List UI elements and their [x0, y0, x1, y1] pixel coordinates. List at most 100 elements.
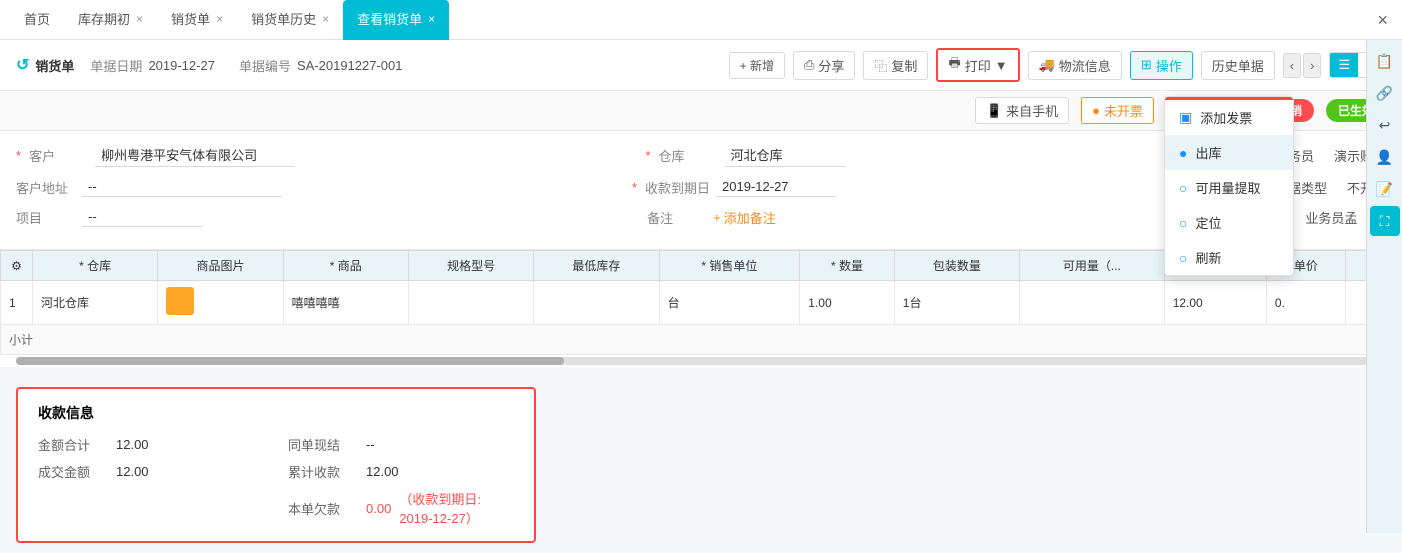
tab-sales-order[interactable]: 销货单 ×	[157, 0, 237, 40]
tab-bar: 首页 库存期初 × 销货单 × 销货单历史 × 查看销货单 × ×	[0, 0, 1402, 40]
print-icon: 🖶	[948, 54, 960, 76]
doc-actions-area: + 新增 ⎙ 分享 ⿻ 复制 🖶 打印 ▼ 🚚 物流信息 ⊞ 操作 历史单据	[729, 48, 1386, 82]
available-icon: ○	[1179, 180, 1187, 196]
table-col-unit: * 销售单位	[659, 251, 800, 281]
share-button[interactable]: ⎙ 分享	[793, 51, 855, 80]
doc-title-area: ↺ 销货单	[16, 55, 74, 75]
scrollbar-thumb[interactable]	[16, 357, 564, 365]
deal-amount-row: 成交金额 12.00	[38, 462, 264, 481]
close-tab-history[interactable]: ×	[322, 12, 329, 26]
tab-inventory-init[interactable]: 库存期初 ×	[64, 0, 157, 40]
table-col-available: 可用量（...	[1020, 251, 1165, 281]
logistics-button[interactable]: 🚚 物流信息	[1028, 51, 1122, 80]
copy-icon: ⿻	[874, 56, 887, 75]
row-stock: 12.00	[1164, 281, 1266, 325]
amount-total-row: 金额合计 12.00	[38, 435, 264, 454]
owed-value: 0.00	[366, 501, 391, 516]
sidebar-expand-icon[interactable]: ⛶	[1370, 206, 1400, 236]
print-dropdown-arrow: ▼	[995, 58, 1008, 73]
table-col-spec: 规格型号	[408, 251, 533, 281]
bottom-area: 收款信息 金额合计 12.00 同单现结 -- 成交金额 12.00 累计收款 …	[0, 367, 1402, 553]
close-tab-inventory[interactable]: ×	[136, 12, 143, 26]
right-sidebar: 📋 🔗 ↩ 👤 📝 ⛶	[1366, 40, 1402, 533]
sidebar-link-icon[interactable]: 🔗	[1370, 78, 1400, 108]
customer-field: * 客户 柳州粤港平安气体有限公司	[16, 143, 645, 167]
subtotal-row: 小计	[1, 325, 1402, 355]
add-note-button[interactable]: + 添加备注	[713, 208, 776, 227]
due-date-value[interactable]: 2019-12-27	[716, 177, 836, 197]
list-view-button[interactable]: ☰	[1330, 53, 1358, 77]
invoice-icon: ▣	[1179, 109, 1192, 126]
close-tab-sales[interactable]: ×	[216, 12, 223, 26]
operations-dropdown: ▣ 添加发票 ● 出库 ○ 可用量提取 ○ 定位 ○ 刷新	[1164, 96, 1294, 276]
nav-arrows: ‹ ›	[1283, 53, 1322, 78]
deal-amount-value: 12.00	[116, 464, 149, 479]
doc-date-field: 单据日期 2019-12-27	[90, 56, 215, 75]
doc-meta-area: 单据日期 2019-12-27 单据编号 SA-20191227-001	[90, 56, 712, 75]
doc-no-field: 单据编号 SA-20191227-001	[239, 56, 403, 75]
customer-value[interactable]: 柳州粤港平安气体有限公司	[95, 143, 295, 167]
address-value: --	[82, 177, 282, 197]
table-col-img: 商品图片	[158, 251, 283, 281]
horizontal-scrollbar[interactable]	[16, 357, 1386, 365]
table-body: 1 河北仓库 嘻嘻嘻嘻 台 1.00 1台 12.00 0. 小计	[1, 281, 1402, 355]
sidebar-user-icon[interactable]: 👤	[1370, 142, 1400, 172]
plus-icon: +	[713, 210, 721, 225]
same-order-row: 同单现结 --	[288, 435, 514, 454]
next-button[interactable]: ›	[1303, 53, 1321, 78]
table-row: 1 河北仓库 嘻嘻嘻嘻 台 1.00 1台 12.00 0.	[1, 281, 1402, 325]
close-tab-view-sales[interactable]: ×	[428, 12, 435, 26]
row-img	[158, 281, 283, 325]
outbound-icon: ●	[1179, 145, 1187, 161]
subtotal-label: 小计	[1, 325, 1402, 355]
window-close-button[interactable]: ×	[1377, 10, 1388, 31]
row-pack: 1台	[894, 281, 1019, 325]
product-image	[166, 287, 194, 315]
same-order-value: --	[366, 437, 375, 452]
print-highlight-box: 🖶 打印 ▼	[936, 48, 1019, 82]
available-qty-item[interactable]: ○ 可用量提取	[1165, 170, 1293, 205]
table-col-qty: * 数量	[800, 251, 894, 281]
row-no: 1	[1, 281, 33, 325]
history-button[interactable]: 历史单据	[1201, 51, 1275, 80]
row-unit: 台	[659, 281, 800, 325]
amount-total-value: 12.00	[116, 437, 149, 452]
outbound-item[interactable]: ● 出库	[1165, 135, 1293, 170]
sidebar-doc-icon[interactable]: 📋	[1370, 46, 1400, 76]
locate-icon: ○	[1179, 215, 1187, 231]
new-button[interactable]: + 新增	[729, 52, 785, 79]
table-col-product: * 商品	[283, 251, 408, 281]
payment-title: 收款信息	[38, 403, 514, 423]
warehouse-value[interactable]: 河北仓库	[725, 143, 845, 167]
refresh-item[interactable]: ○ 刷新	[1165, 240, 1293, 275]
doc-title-label: 销货单	[35, 56, 74, 75]
payment-grid: 金额合计 12.00 同单现结 -- 成交金额 12.00 累计收款 12.00…	[38, 435, 514, 527]
due-date-field: * 收款到期日 2019-12-27	[632, 177, 1248, 197]
operations-button[interactable]: ⊞ 操作	[1130, 51, 1193, 80]
table-col-gear[interactable]: ⚙	[1, 251, 33, 281]
from-phone-button[interactable]: 📱 来自手机	[975, 97, 1069, 124]
doc-no-value: SA-20191227-001	[297, 58, 403, 73]
grid-icon: ⊞	[1141, 57, 1152, 73]
doc-header: ↺ 销货单 单据日期 2019-12-27 单据编号 SA-20191227-0…	[0, 40, 1402, 91]
sidebar-note-icon[interactable]: 📝	[1370, 174, 1400, 204]
row-available	[1020, 281, 1165, 325]
doc-date-value: 2019-12-27	[148, 58, 215, 73]
cumulative-row: 累计收款 12.00	[288, 462, 514, 481]
truck-icon: 🚚	[1039, 57, 1055, 73]
doc-icon: ↺	[16, 55, 29, 75]
add-invoice-item[interactable]: ▣ 添加发票	[1165, 100, 1293, 135]
tab-view-sales[interactable]: 查看销货单 ×	[343, 0, 449, 40]
copy-button[interactable]: ⿻ 复制	[863, 51, 928, 80]
address-field: 客户地址 --	[16, 177, 632, 197]
locate-item[interactable]: ○ 定位	[1165, 205, 1293, 240]
prev-button[interactable]: ‹	[1283, 53, 1301, 78]
table-col-warehouse: * 仓库	[33, 251, 158, 281]
not-open-button[interactable]: ● 未开票	[1081, 97, 1154, 124]
share-icon: ⎙	[804, 57, 814, 73]
print-button[interactable]: 🖶 打印 ▼	[938, 50, 1017, 80]
tab-home[interactable]: 首页	[10, 0, 64, 40]
row-qty: 1.00	[800, 281, 894, 325]
sidebar-back-icon[interactable]: ↩	[1370, 110, 1400, 140]
tab-sales-history[interactable]: 销货单历史 ×	[237, 0, 343, 40]
